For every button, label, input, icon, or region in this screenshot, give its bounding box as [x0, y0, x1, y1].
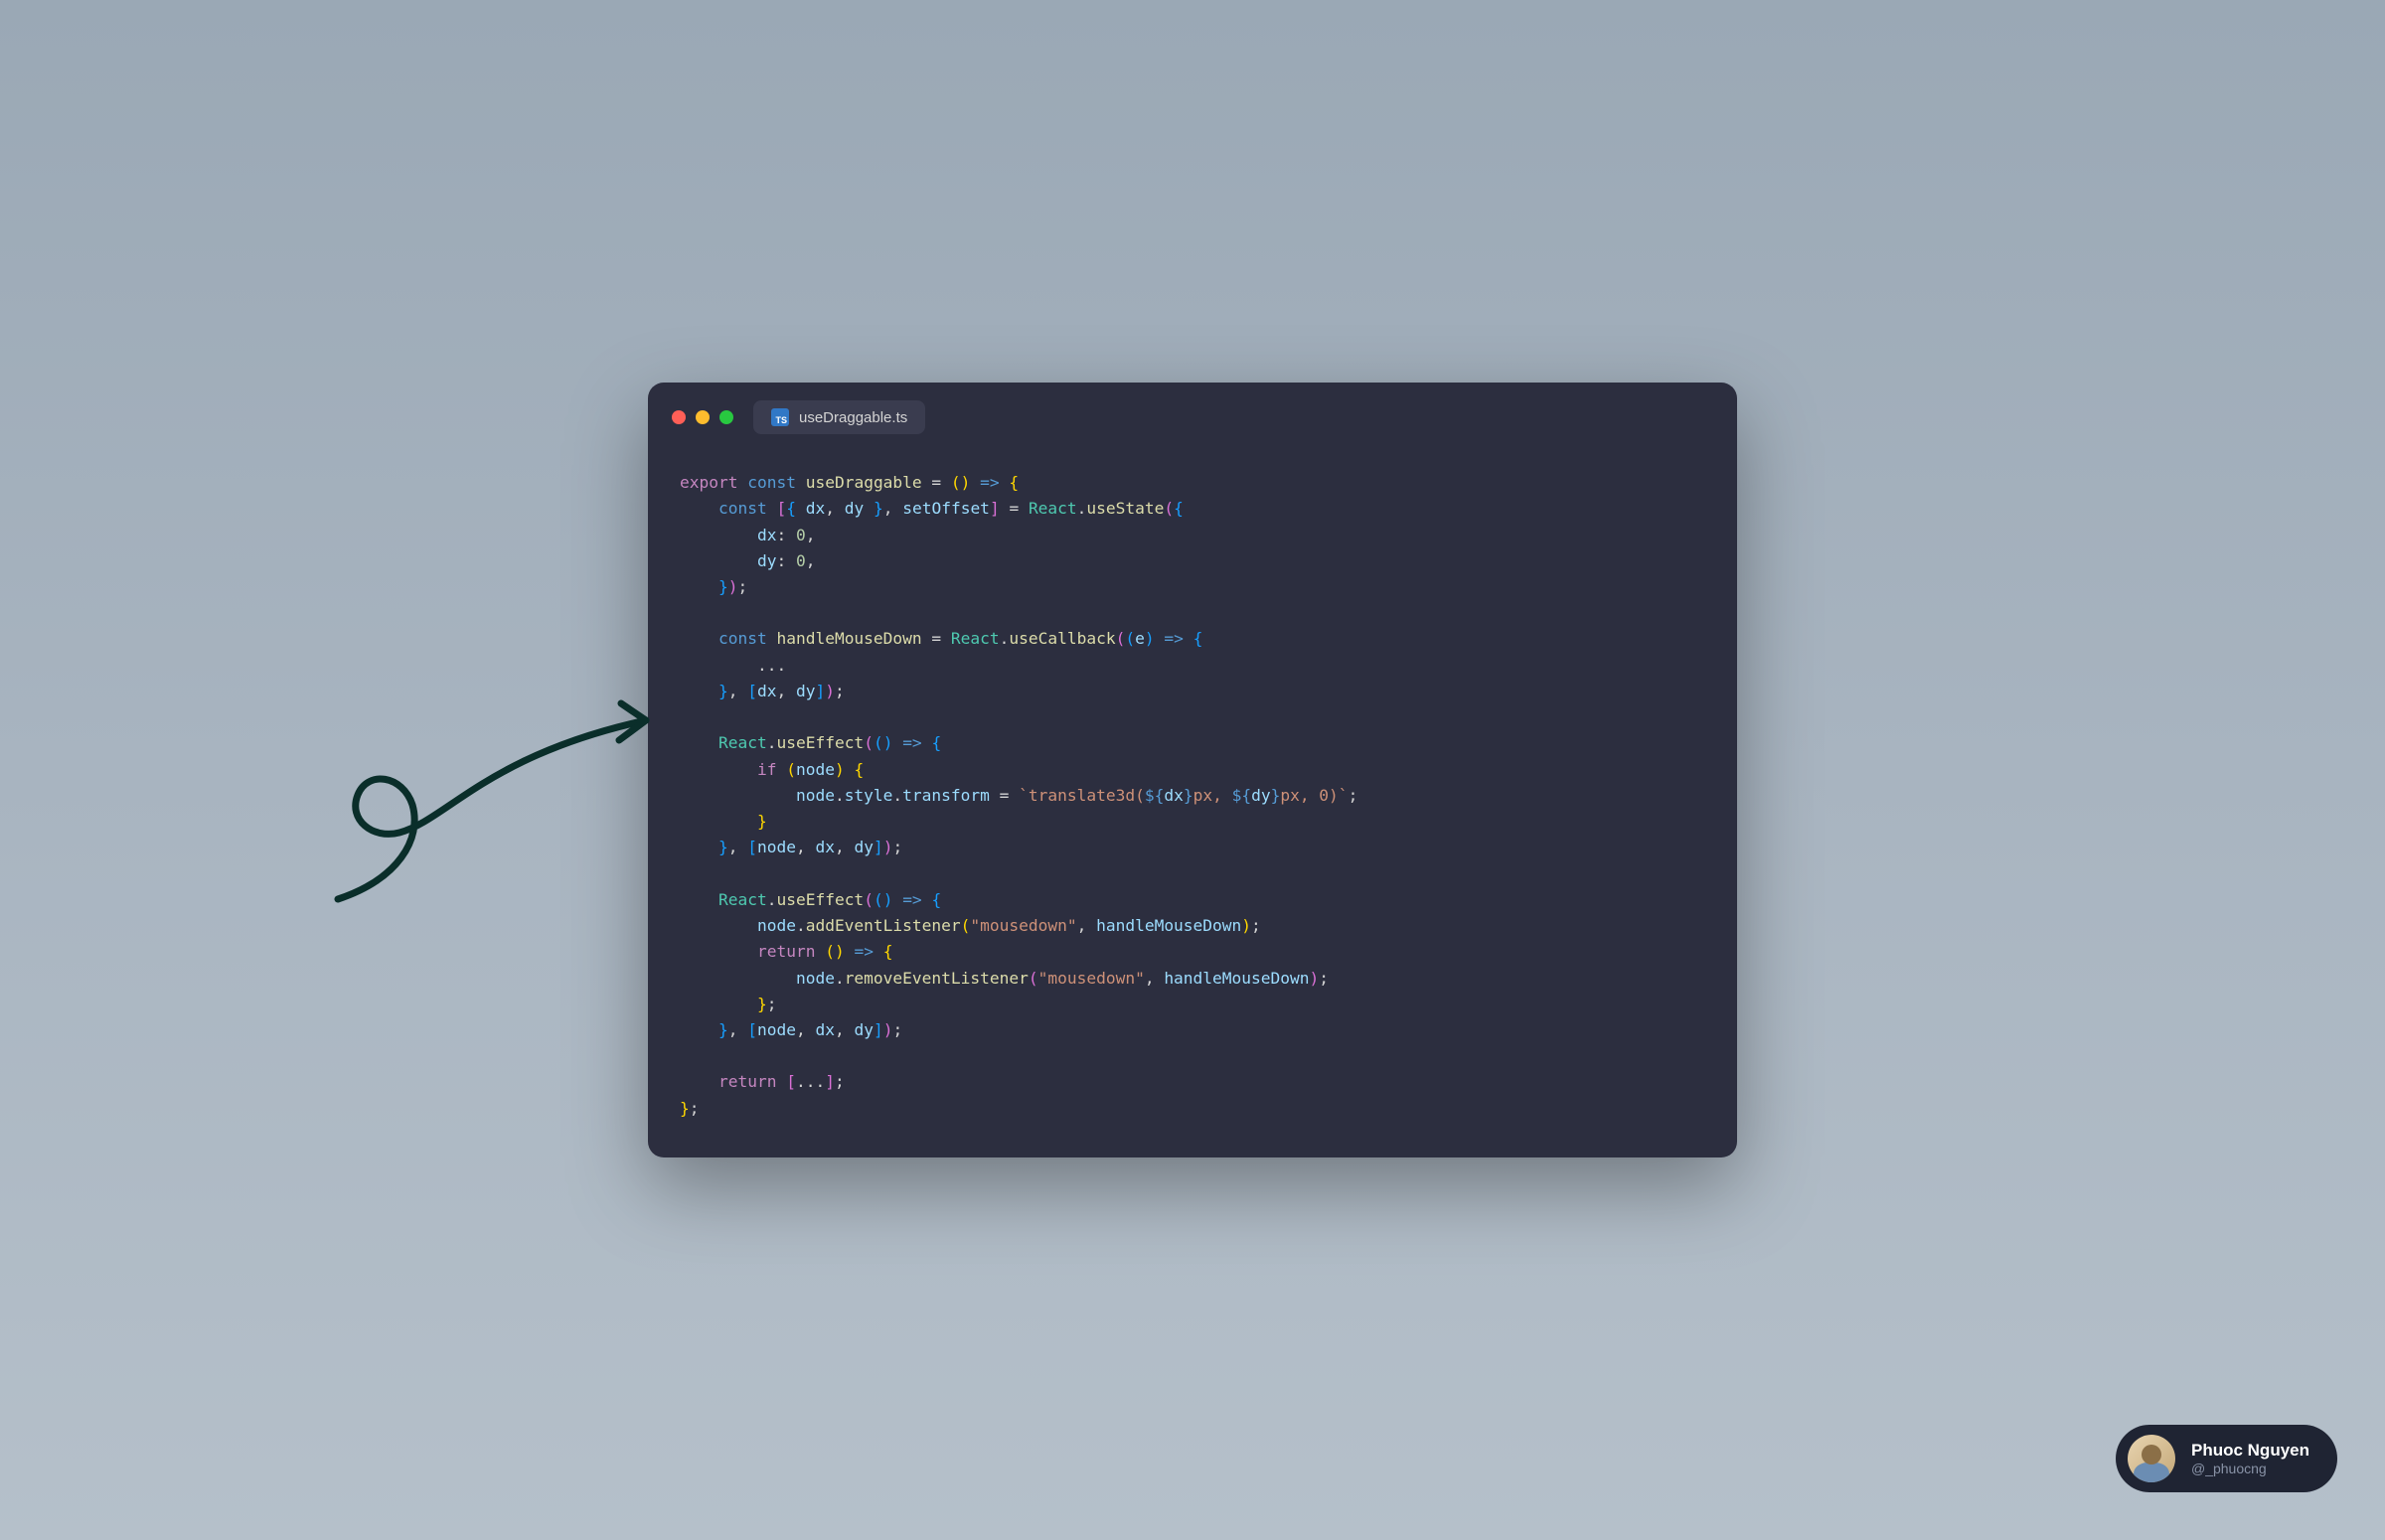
code-content[interactable]: export const useDraggable = () => { cons…: [648, 452, 1737, 1157]
code-editor-window: TS useDraggable.ts export const useDragg…: [648, 383, 1737, 1157]
file-tab[interactable]: TS useDraggable.ts: [753, 400, 925, 434]
traffic-lights: [672, 410, 733, 424]
tab-filename: useDraggable.ts: [799, 409, 907, 426]
annotation-arrow-icon: [318, 686, 676, 924]
maximize-icon[interactable]: [719, 410, 733, 424]
code-text: export const useDraggable = () => { cons…: [680, 470, 1705, 1122]
author-badge[interactable]: Phuoc Nguyen @_phuocng: [2116, 1425, 2337, 1492]
close-icon[interactable]: [672, 410, 686, 424]
typescript-icon: TS: [771, 408, 789, 426]
title-bar: TS useDraggable.ts: [648, 383, 1737, 452]
author-name: Phuoc Nguyen: [2191, 1441, 2309, 1461]
author-info: Phuoc Nguyen @_phuocng: [2191, 1441, 2309, 1476]
author-handle: @_phuocng: [2191, 1461, 2309, 1476]
minimize-icon[interactable]: [696, 410, 710, 424]
avatar: [2128, 1435, 2175, 1482]
